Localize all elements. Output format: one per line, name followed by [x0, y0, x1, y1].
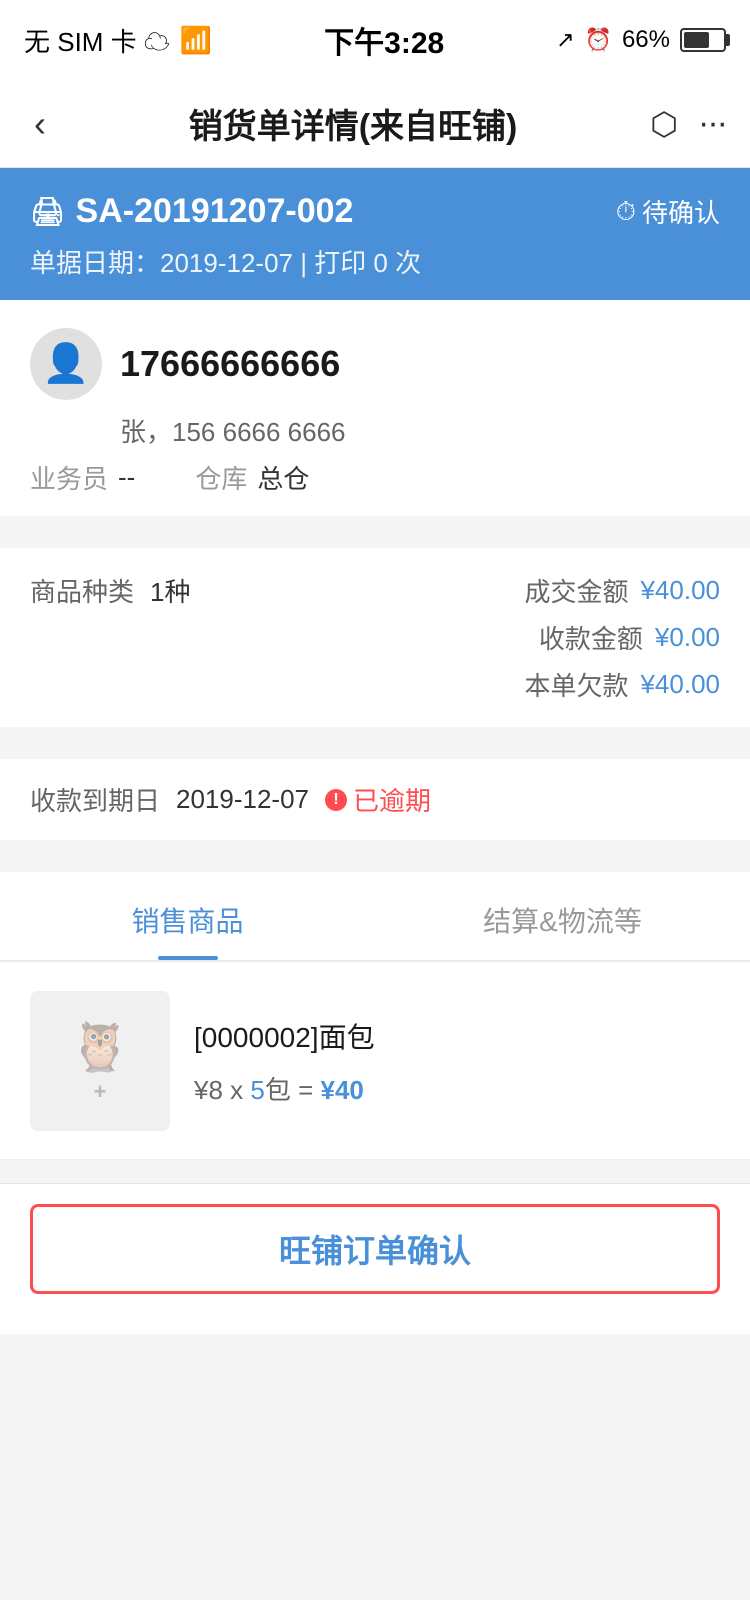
owed-amount-label: 本单欠款 — [524, 666, 628, 703]
customer-phone: 17666666666 — [120, 343, 340, 385]
salesperson-label: 业务员 — [30, 459, 108, 496]
summary-card: 商品种类 1种 成交金额 ¥40.00 收款金额 ¥0.00 本单欠款 ¥40.… — [0, 548, 750, 727]
warehouse-value: 总仓 — [257, 459, 309, 496]
overdue-badge: ! 已逾期 — [325, 781, 431, 818]
product-type-label: 商品种类 — [30, 572, 134, 609]
location-icon: ↗ — [556, 27, 574, 53]
warehouse-label: 仓库 — [195, 459, 247, 496]
tab-settle[interactable]: 结算&物流等 — [375, 872, 750, 960]
status-time: 下午3:28 — [324, 18, 444, 62]
sim-text: 无 SIM 卡 ☁ — [24, 22, 170, 59]
battery-icon — [680, 28, 726, 52]
owed-amount-item: 本单欠款 ¥40.00 — [524, 666, 720, 703]
order-date-line: 单据日期：2019-12-07 | 打印 0 次 — [30, 243, 720, 280]
status-text: 待确认 — [642, 193, 720, 230]
export-button[interactable]: ⬡ — [650, 105, 678, 143]
customer-meta: 业务员 -- 仓库 总仓 — [30, 459, 720, 496]
product-info: [0000002]面包 ¥8 x 5包 = ¥40 — [194, 1016, 720, 1107]
nav-bar: ‹ 销货单详情(来自旺铺) ⬡ ··· — [0, 80, 750, 168]
customer-avatar: 👤 — [30, 328, 102, 400]
amounts-section: 成交金额 ¥40.00 收款金额 ¥0.00 本单欠款 ¥40.00 — [524, 572, 720, 703]
salesperson-item: 业务员 -- — [30, 459, 135, 496]
owed-amount-value: ¥40.00 — [640, 669, 720, 700]
product-type-value: 1种 — [150, 572, 190, 609]
received-amount-item: 收款金额 ¥0.00 — [539, 619, 720, 656]
deal-amount-label: 成交金额 — [524, 572, 628, 609]
product-unit: 包 — [265, 1075, 291, 1105]
product-qty: 5 — [250, 1075, 264, 1105]
order-id-text: SA-20191207-002 — [76, 192, 354, 231]
product-price-line: ¥8 x 5包 = ¥40 — [194, 1070, 720, 1107]
deal-amount-value: ¥40.00 — [640, 575, 720, 606]
page-title: 销货单详情(来自旺铺) — [56, 99, 650, 148]
more-button[interactable]: ··· — [698, 104, 726, 143]
alarm-icon: ⏰ — [585, 27, 612, 53]
order-header: 🖨 SA-20191207-002 ⏱ 待确认 单据日期：2019-12-07 … — [0, 168, 750, 300]
order-id: 🖨 SA-20191207-002 — [30, 192, 353, 231]
customer-card: 👤 17666666666 张，156 6666 6666 业务员 -- 仓库 … — [0, 300, 750, 516]
due-date-value: 2019-12-07 — [176, 784, 309, 815]
product-type-item: 商品种类 1种 — [30, 572, 190, 609]
product-list: 🦉 + [0000002]面包 ¥8 x 5包 = ¥40 — [0, 963, 750, 1160]
avatar-icon: 👤 — [42, 342, 89, 386]
tab-settle-label: 结算&物流等 — [483, 906, 642, 937]
status-right: ↗ ⏰ 66% — [556, 26, 726, 54]
due-date-card: 收款到期日 2019-12-07 ! 已逾期 — [0, 759, 750, 840]
product-name: [0000002]面包 — [194, 1016, 720, 1056]
battery-percent: 66% — [622, 26, 670, 54]
bottom-spacer — [0, 1440, 750, 1600]
product-equals: = — [291, 1075, 321, 1105]
product-thumb-plus: + — [94, 1079, 107, 1105]
back-button[interactable]: ‹ — [24, 93, 56, 155]
received-amount-label: 收款金额 — [539, 619, 643, 656]
product-price: ¥8 x — [194, 1075, 250, 1105]
tabs-bar: 销售商品 结算&物流等 — [0, 872, 750, 961]
product-thumb-owl: 🦉 — [70, 1018, 130, 1075]
bottom-bar: 旺铺订单确认 — [0, 1183, 750, 1334]
tab-sales-label: 销售商品 — [131, 906, 243, 937]
product-item: 🦉 + [0000002]面包 ¥8 x 5包 = ¥40 — [0, 963, 750, 1160]
product-image: 🦉 + — [30, 991, 170, 1131]
status-left: 无 SIM 卡 ☁ 📶 — [24, 22, 212, 59]
divider-1 — [0, 532, 750, 548]
salesperson-value: -- — [118, 462, 135, 493]
status-bar: 无 SIM 卡 ☁ 📶 下午3:28 ↗ ⏰ 66% — [0, 0, 750, 80]
customer-name: 张，156 6666 6666 — [30, 412, 720, 449]
status-clock-icon: ⏱ — [616, 196, 636, 228]
overdue-dot-icon: ! — [325, 789, 347, 811]
due-label: 收款到期日 — [30, 781, 160, 818]
received-amount-value: ¥0.00 — [655, 622, 720, 653]
confirm-order-button[interactable]: 旺铺订单确认 — [30, 1204, 720, 1294]
wifi-icon: 📶 — [180, 25, 212, 56]
tab-sales[interactable]: 销售商品 — [0, 872, 375, 960]
deal-amount-item: 成交金额 ¥40.00 — [524, 572, 720, 609]
order-icon: 🖨 — [30, 195, 66, 228]
divider-2 — [0, 743, 750, 759]
product-total: ¥40 — [321, 1075, 364, 1105]
warehouse-item: 仓库 总仓 — [195, 459, 309, 496]
order-status: ⏱ 待确认 — [616, 193, 720, 230]
divider-3 — [0, 856, 750, 872]
overdue-text: 已逾期 — [353, 781, 431, 818]
nav-actions: ⬡ ··· — [650, 104, 726, 143]
